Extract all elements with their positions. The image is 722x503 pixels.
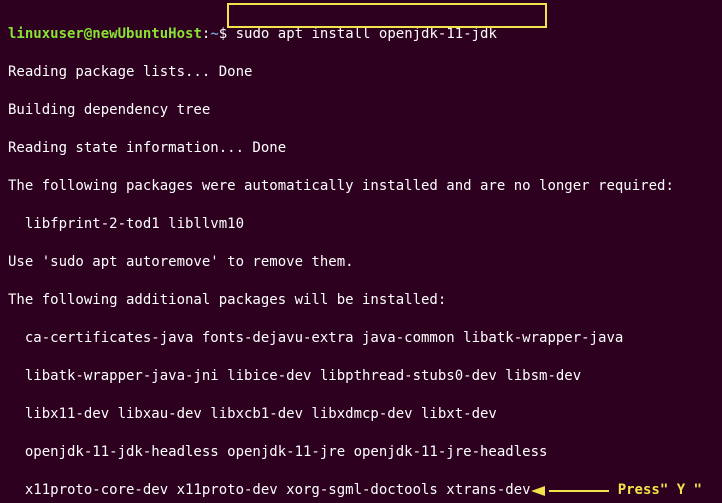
output-line: libx11-dev libxau-dev libxcb1-dev libxdm… <box>8 405 714 424</box>
prompt-user: linuxuser <box>8 26 84 42</box>
output-line: Reading package lists... Done <box>8 63 714 82</box>
output-line: Building dependency tree <box>8 101 714 120</box>
output-line: The following additional packages will b… <box>8 291 714 310</box>
output-line: libfprint-2-tod1 libllvm10 <box>8 215 714 234</box>
prompt-host: newUbuntuHost <box>92 26 202 42</box>
annotation-label: Press" Y " <box>618 481 702 500</box>
prompt-line[interactable]: linuxuser@newUbuntuHost:~$ sudo apt inst… <box>8 25 714 44</box>
arrow-line-icon <box>549 490 609 492</box>
prompt-dollar: $ <box>219 26 227 42</box>
output-line: Reading state information... Done <box>8 139 714 158</box>
output-line: ca-certificates-java fonts-dejavu-extra … <box>8 329 714 348</box>
output-line: openjdk-11-jdk-headless openjdk-11-jre o… <box>8 443 714 462</box>
output-line: The following packages were automaticall… <box>8 177 714 196</box>
output-line: libatk-wrapper-java-jni libice-dev libpt… <box>8 367 714 386</box>
annotation-press-y: Press" Y " <box>531 481 702 500</box>
output-line: Use 'sudo apt autoremove' to remove them… <box>8 253 714 272</box>
terminal-window[interactable]: linuxuser@newUbuntuHost:~$ sudo apt inst… <box>0 0 722 503</box>
prompt-path: ~ <box>210 26 218 42</box>
arrow-left-icon <box>531 486 545 496</box>
command-text[interactable]: sudo apt install openjdk-11-jdk <box>236 26 497 42</box>
